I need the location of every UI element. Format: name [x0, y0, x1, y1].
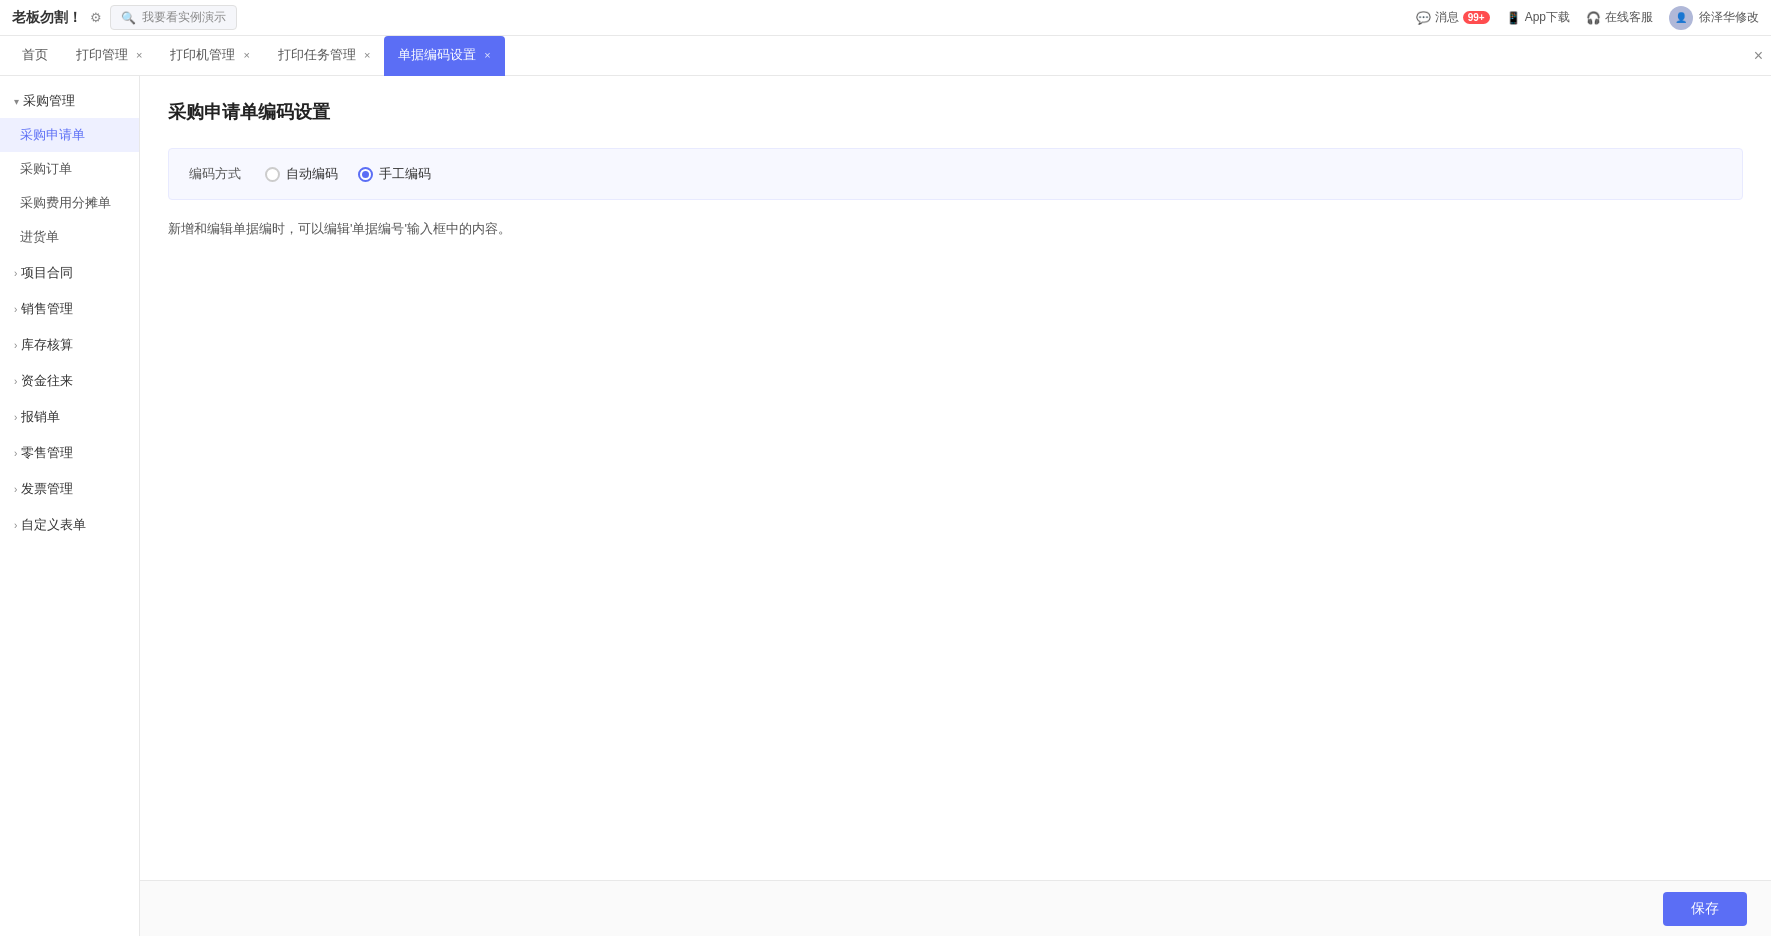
message-badge: 99+: [1463, 11, 1490, 24]
user-name: 徐泽华修改: [1699, 9, 1759, 26]
sidebar-group-custom-forms-label: 自定义表单: [21, 516, 86, 534]
radio-auto-coding[interactable]: 自动编码: [265, 165, 338, 183]
sidebar-group-project-contract: › 项目合同: [0, 256, 139, 290]
sidebar-item-purchase-request[interactable]: 采购申请单: [0, 118, 139, 152]
tab-bar: 首页 打印管理 × 打印机管理 × 打印任务管理 × 单据编码设置 × ×: [0, 36, 1771, 76]
tab-printer-mgmt-label: 打印机管理: [170, 46, 235, 64]
top-bar-right: 💬 消息 99+ 📱 App下载 🎧 在线客服 👤 徐泽华修改: [1416, 6, 1759, 30]
arrow-right-icon: ›: [14, 268, 17, 279]
tab-print-mgmt-label: 打印管理: [76, 46, 128, 64]
arrow-right-icon2: ›: [14, 304, 17, 315]
sidebar-item-purchase-expense[interactable]: 采购费用分摊单: [0, 186, 139, 220]
tab-home-label: 首页: [22, 46, 48, 64]
tab-single-code-label: 单据编码设置: [398, 46, 476, 64]
arrow-right-icon4: ›: [14, 376, 17, 387]
tab-print-mgmt[interactable]: 打印管理 ×: [62, 36, 156, 76]
top-bar-left: 老板勿割！ ⚙ 🔍 我要看实例演示: [12, 5, 237, 30]
sidebar-group-sales-mgmt: › 销售管理: [0, 292, 139, 326]
sidebar-group-retail: › 零售管理: [0, 436, 139, 470]
tab-print-task-mgmt-close[interactable]: ×: [364, 49, 370, 61]
online-service-label: 在线客服: [1605, 9, 1653, 26]
arrow-right-icon6: ›: [14, 448, 17, 459]
top-bar: 老板勿割！ ⚙ 🔍 我要看实例演示 💬 消息 99+ 📱 App下载 🎧 在线客…: [0, 0, 1771, 36]
app-download-label: App下载: [1525, 9, 1570, 26]
sidebar-group-title-project-contract[interactable]: › 项目合同: [0, 256, 139, 290]
search-placeholder: 我要看实例演示: [142, 9, 226, 26]
sidebar-group-title-retail[interactable]: › 零售管理: [0, 436, 139, 470]
sidebar-group-inventory: › 库存核算: [0, 328, 139, 362]
sidebar-item-purchase-order-label: 采购订单: [20, 161, 72, 176]
tab-single-code-setting[interactable]: 单据编码设置 ×: [384, 36, 504, 76]
sidebar-item-purchase-expense-label: 采购费用分摊单: [20, 195, 111, 210]
online-service-button[interactable]: 🎧 在线客服: [1586, 9, 1653, 26]
content-footer: 保存: [140, 880, 1771, 936]
save-button[interactable]: 保存: [1663, 892, 1747, 926]
sidebar-group-purchase-mgmt: ▾ 采购管理 采购申请单 采购订单 采购费用分摊单 进货单: [0, 84, 139, 254]
user-info[interactable]: 👤 徐泽华修改: [1669, 6, 1759, 30]
sidebar-group-returns-label: 报销单: [21, 408, 60, 426]
auto-coding-label: 自动编码: [286, 165, 338, 183]
settings-icon[interactable]: ⚙: [90, 10, 102, 25]
search-bar[interactable]: 🔍 我要看实例演示: [110, 5, 237, 30]
message-icon: 💬: [1416, 11, 1431, 25]
main-layout: ▾ 采购管理 采购申请单 采购订单 采购费用分摊单 进货单 › 项目合同: [0, 76, 1771, 936]
sidebar-group-purchase-label: 采购管理: [23, 92, 75, 110]
sidebar-group-title-invoice[interactable]: › 发票管理: [0, 472, 139, 506]
sidebar-group-fund-label: 资金往来: [21, 372, 73, 390]
manual-coding-label: 手工编码: [379, 165, 431, 183]
radio-manual-circle[interactable]: [358, 167, 373, 182]
message-button[interactable]: 💬 消息 99+: [1416, 9, 1490, 26]
tab-single-code-close[interactable]: ×: [484, 49, 490, 61]
tab-print-task-mgmt[interactable]: 打印任务管理 ×: [264, 36, 384, 76]
sidebar-group-invoice: › 发票管理: [0, 472, 139, 506]
tab-home[interactable]: 首页: [8, 36, 62, 76]
coding-section: 编码方式 自动编码 手工编码: [168, 148, 1743, 200]
sidebar-group-project-label: 项目合同: [21, 264, 73, 282]
message-label: 消息: [1435, 9, 1459, 26]
coding-label: 编码方式: [189, 165, 241, 183]
content-main: 采购申请单编码设置 编码方式 自动编码 手工编码 新增和编辑单据编时，可以编辑'…: [140, 76, 1771, 880]
arrow-down-icon: ▾: [14, 96, 19, 107]
sidebar-item-purchase-order[interactable]: 采购订单: [0, 152, 139, 186]
service-icon: 🎧: [1586, 11, 1601, 25]
sidebar-group-title-inventory[interactable]: › 库存核算: [0, 328, 139, 362]
sidebar-item-purchase-request-label: 采购申请单: [20, 127, 85, 142]
sidebar-group-title-sales-mgmt[interactable]: › 销售管理: [0, 292, 139, 326]
tab-print-mgmt-close[interactable]: ×: [136, 49, 142, 61]
sidebar-group-custom-forms: › 自定义表单: [0, 508, 139, 542]
content-area: 采购申请单编码设置 编码方式 自动编码 手工编码 新增和编辑单据编时，可以编辑'…: [140, 76, 1771, 936]
hint-text: 新增和编辑单据编时，可以编辑'单据编号'输入框中的内容。: [168, 220, 1743, 238]
radio-auto-circle[interactable]: [265, 167, 280, 182]
sidebar-group-invoice-label: 发票管理: [21, 480, 73, 498]
sidebar-item-inbound[interactable]: 进货单: [0, 220, 139, 254]
sidebar-group-inventory-label: 库存核算: [21, 336, 73, 354]
tab-close-all-button[interactable]: ×: [1754, 47, 1763, 65]
app-download-button[interactable]: 📱 App下载: [1506, 9, 1570, 26]
page-title: 采购申请单编码设置: [168, 100, 1743, 124]
sidebar-group-sales-label: 销售管理: [21, 300, 73, 318]
radio-group-coding: 自动编码 手工编码: [265, 165, 431, 183]
sidebar-group-title-purchase-mgmt[interactable]: ▾ 采购管理: [0, 84, 139, 118]
tab-print-task-mgmt-label: 打印任务管理: [278, 46, 356, 64]
search-icon: 🔍: [121, 11, 136, 25]
sidebar-group-fund: › 资金往来: [0, 364, 139, 398]
sidebar-item-inbound-label: 进货单: [20, 229, 59, 244]
tab-printer-mgmt[interactable]: 打印机管理 ×: [156, 36, 263, 76]
arrow-right-icon3: ›: [14, 340, 17, 351]
sidebar-group-title-returns[interactable]: › 报销单: [0, 400, 139, 434]
sidebar-group-title-custom-forms[interactable]: › 自定义表单: [0, 508, 139, 542]
sidebar-group-returns: › 报销单: [0, 400, 139, 434]
sidebar-group-title-fund[interactable]: › 资金往来: [0, 364, 139, 398]
arrow-right-icon5: ›: [14, 412, 17, 423]
sidebar: ▾ 采购管理 采购申请单 采购订单 采购费用分摊单 进货单 › 项目合同: [0, 76, 140, 936]
tab-printer-mgmt-close[interactable]: ×: [243, 49, 249, 61]
avatar: 👤: [1669, 6, 1693, 30]
arrow-right-icon7: ›: [14, 484, 17, 495]
radio-manual-coding[interactable]: 手工编码: [358, 165, 431, 183]
arrow-right-icon8: ›: [14, 520, 17, 531]
sidebar-group-retail-label: 零售管理: [21, 444, 73, 462]
app-icon: 📱: [1506, 11, 1521, 25]
logo-text: 老板勿割！: [12, 9, 82, 27]
